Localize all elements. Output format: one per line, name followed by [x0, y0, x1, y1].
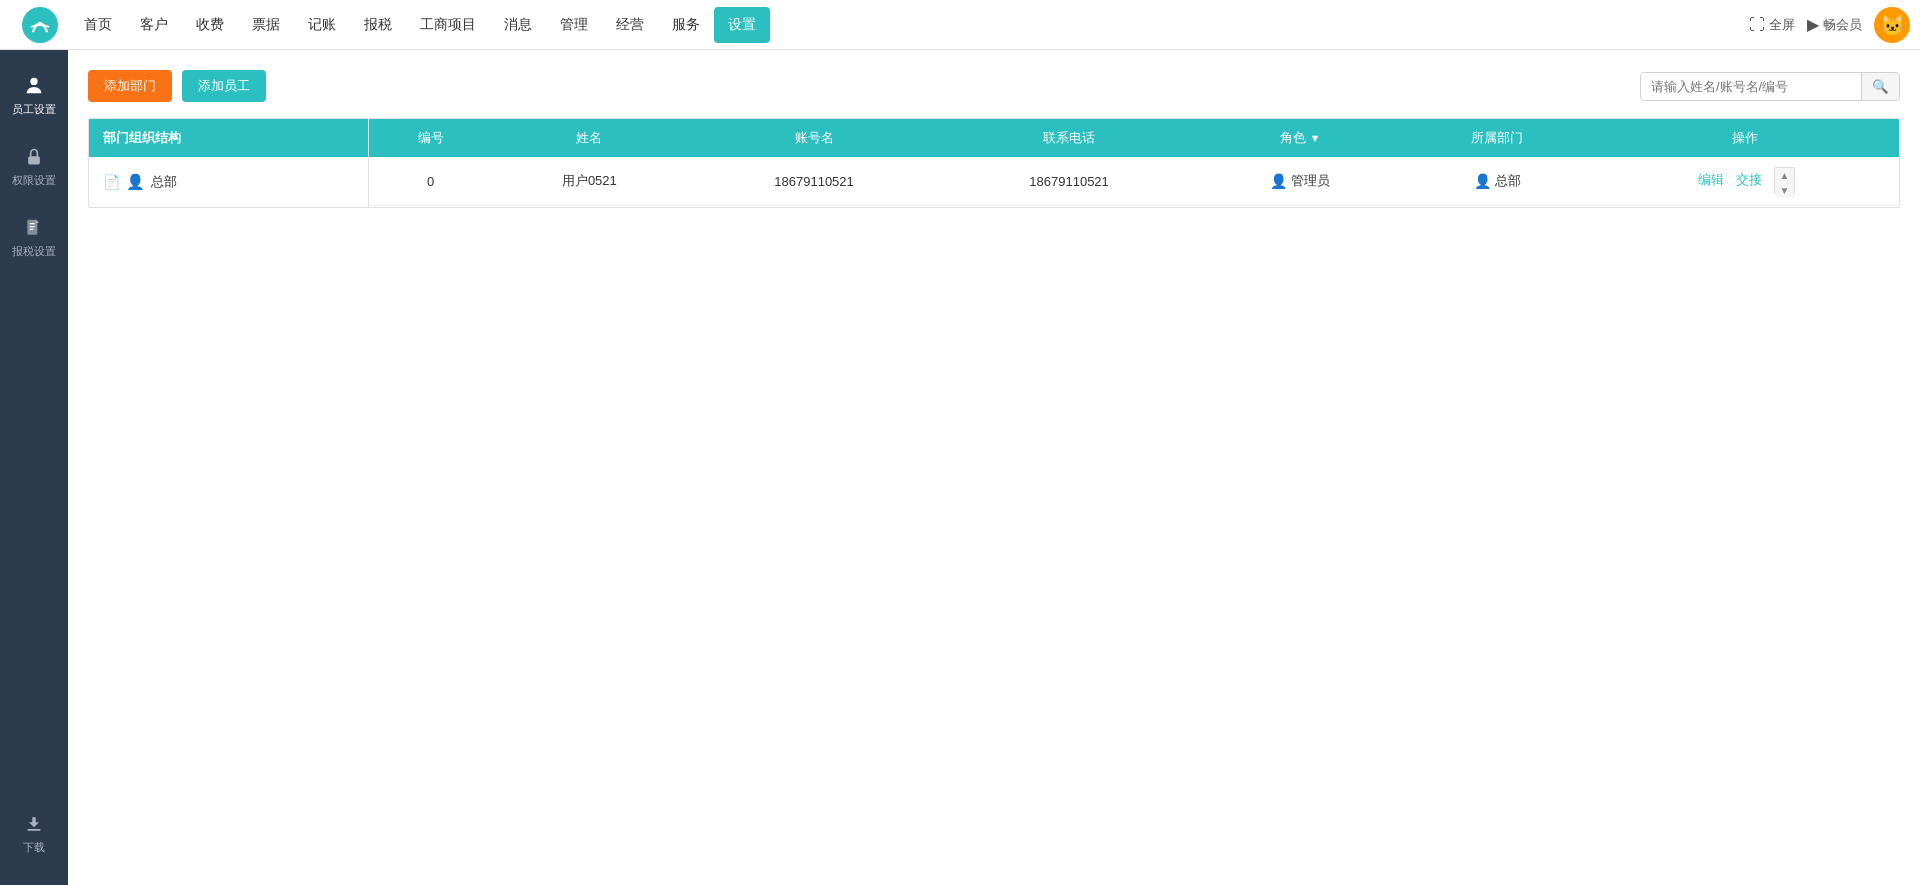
cell-name: 用户0521	[492, 157, 686, 206]
nav-item-管理[interactable]: 管理	[546, 0, 602, 50]
add-staff-button[interactable]: 添加员工	[182, 70, 266, 102]
svg-rect-4	[30, 223, 35, 224]
tree-item-general[interactable]: 📄 👤 总部	[103, 167, 354, 197]
svg-rect-5	[30, 226, 35, 227]
dept-user-icon: 👤	[126, 173, 145, 191]
add-dept-button[interactable]: 添加部门	[88, 70, 172, 102]
svg-rect-7	[27, 829, 40, 831]
role-icon: 👤	[1270, 173, 1287, 189]
nav-item-收费[interactable]: 收费	[182, 0, 238, 50]
handover-link[interactable]: 交接	[1736, 172, 1762, 187]
stepper-up[interactable]: ▲	[1775, 168, 1795, 183]
nav-item-设置[interactable]: 设置	[714, 7, 770, 43]
cell-role: 👤 管理员	[1197, 157, 1404, 206]
col-header-ops: 操作	[1591, 119, 1899, 157]
svg-point-1	[30, 78, 37, 85]
sidebar: 员工设置 权限设置 报税设置	[0, 50, 68, 885]
sidebar-item-permission[interactable]: 权限设置	[0, 131, 68, 202]
lock-icon	[22, 145, 46, 169]
nav-item-客户[interactable]: 客户	[126, 0, 182, 50]
cell-id: 0	[369, 157, 492, 206]
download-icon	[22, 812, 46, 836]
edit-link[interactable]: 编辑	[1698, 172, 1724, 187]
nav-item-记账[interactable]: 记账	[294, 0, 350, 50]
top-nav: 首页客户收费票据记账报税工商项目消息管理经营服务设置 ⛶ 全屏 ▶ 畅会员 🐱	[0, 0, 1920, 50]
search-area: 🔍	[1640, 72, 1900, 101]
sidebar-item-download[interactable]: 下载	[0, 798, 68, 869]
nav-item-经营[interactable]: 经营	[602, 0, 658, 50]
col-header-id: 编号	[369, 119, 492, 157]
nav-items: 首页客户收费票据记账报税工商项目消息管理经营服务设置	[70, 0, 1749, 50]
nav-right: ⛶ 全屏 ▶ 畅会员 🐱	[1749, 7, 1910, 43]
tree-header: 部门组织结构	[89, 119, 368, 157]
cell-account: 18679110521	[687, 157, 942, 206]
svg-rect-2	[28, 156, 40, 164]
main-panel: 部门组织结构 📄 👤 总部 编号 姓名	[88, 118, 1900, 208]
vip-button[interactable]: ▶ 畅会员	[1807, 15, 1862, 34]
table-header-row: 编号 姓名 账号名 联系电话 角色 ▼ 所属部门 操作	[369, 119, 1899, 157]
nav-item-报税[interactable]: 报税	[350, 0, 406, 50]
col-header-role: 角色 ▼	[1197, 119, 1404, 157]
cell-phone: 18679110521	[942, 157, 1197, 206]
stepper-down[interactable]: ▼	[1775, 183, 1795, 198]
logo	[10, 7, 70, 43]
main-layout: 员工设置 权限设置 报税设置	[0, 50, 1920, 885]
dept-name: 总部	[151, 173, 177, 191]
employee-table: 编号 姓名 账号名 联系电话 角色 ▼ 所属部门 操作	[369, 119, 1899, 206]
person-icon	[22, 74, 46, 98]
search-input[interactable]	[1641, 73, 1861, 100]
search-button[interactable]: 🔍	[1861, 73, 1899, 100]
nav-item-首页[interactable]: 首页	[70, 0, 126, 50]
col-header-dept: 所属部门	[1403, 119, 1590, 157]
content-area: 添加部门 添加员工 🔍 部门组织结构 📄 👤 总部	[68, 50, 1920, 885]
nav-item-工商项目[interactable]: 工商项目	[406, 0, 490, 50]
col-header-phone: 联系电话	[942, 119, 1197, 157]
nav-item-票据[interactable]: 票据	[238, 0, 294, 50]
svg-rect-6	[30, 229, 33, 230]
sidebar-item-tax[interactable]: 报税设置	[0, 202, 68, 273]
cell-ops: 编辑 交接 ▲ ▼	[1591, 157, 1899, 206]
nav-item-服务[interactable]: 服务	[658, 0, 714, 50]
fullscreen-button[interactable]: ⛶ 全屏	[1749, 16, 1795, 34]
col-header-account: 账号名	[687, 119, 942, 157]
employee-table-container: 编号 姓名 账号名 联系电话 角色 ▼ 所属部门 操作	[369, 119, 1899, 207]
sidebar-item-employee[interactable]: 员工设置	[0, 60, 68, 131]
file-icon: 📄	[103, 174, 120, 190]
avatar[interactable]: 🐱	[1874, 7, 1910, 43]
toolbar: 添加部门 添加员工 🔍	[88, 70, 1900, 102]
tree-body: 📄 👤 总部	[89, 157, 368, 207]
dept-icon: 👤	[1474, 173, 1491, 189]
table-row: 0 用户0521 18679110521 18679110521 👤 管理员	[369, 157, 1899, 206]
col-header-name: 姓名	[492, 119, 686, 157]
cell-dept: 👤 总部	[1403, 157, 1590, 206]
nav-item-消息[interactable]: 消息	[490, 0, 546, 50]
report-icon	[22, 216, 46, 240]
dept-tree: 部门组织结构 📄 👤 总部	[89, 119, 369, 207]
